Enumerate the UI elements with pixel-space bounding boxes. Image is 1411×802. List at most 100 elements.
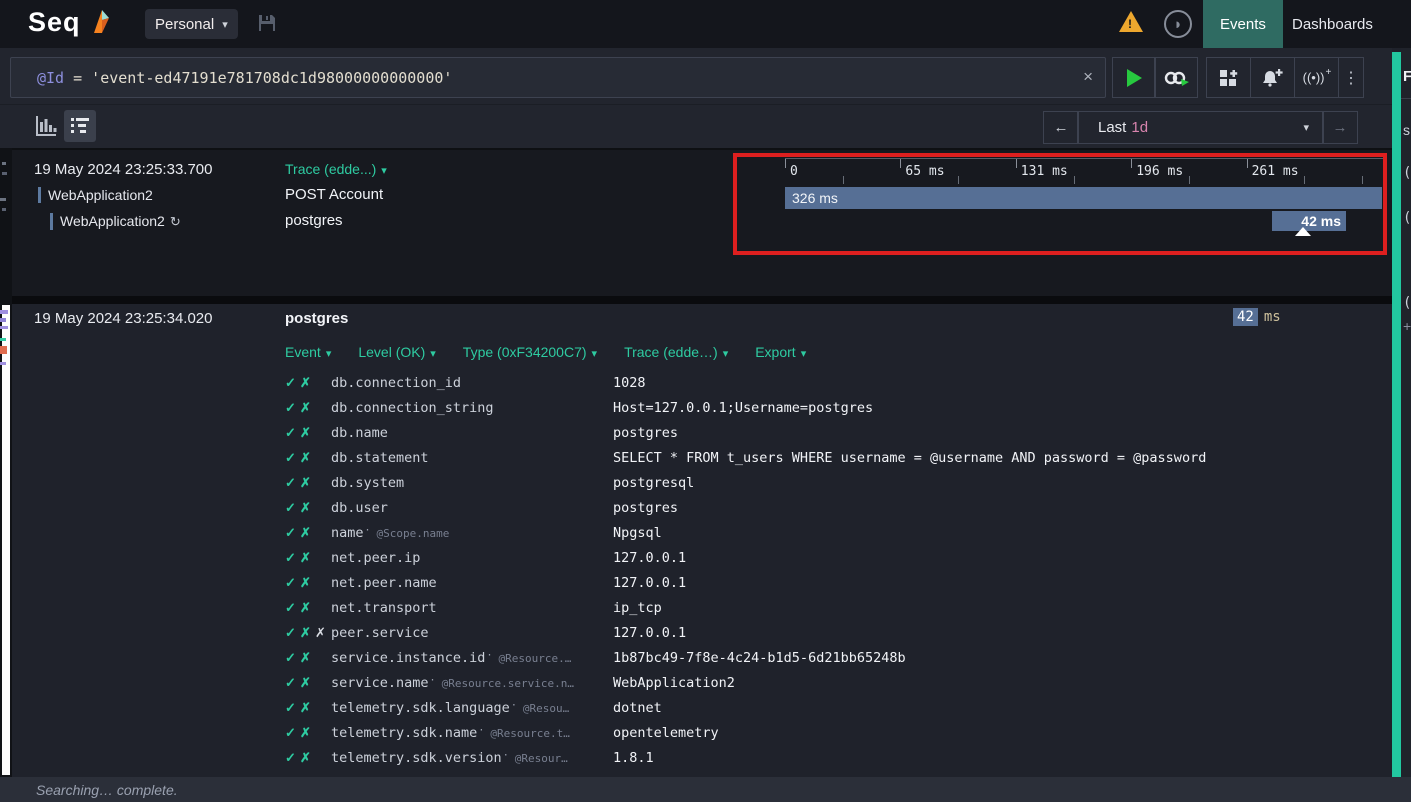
exclude-property-icon[interactable]: ✗ [300, 375, 315, 391]
trace-menu[interactable]: Trace (edde...)▾ [285, 161, 387, 177]
property-name[interactable]: db.user [331, 500, 388, 516]
seq-logo[interactable]: Seq [28, 7, 81, 38]
property-row: ✓ ✗ ✗ net.peer.ip 127.0.0.1 [285, 545, 1385, 570]
exclude-property-icon[interactable]: ✗ [300, 450, 315, 466]
tab-events[interactable]: Events [1203, 0, 1283, 48]
event-subtitle[interactable]: postgres [285, 212, 343, 229]
exclude-property-icon[interactable]: ✗ [300, 700, 315, 716]
workspace-dropdown[interactable]: Personal ▾ [145, 9, 238, 39]
include-property-icon[interactable]: ✓ [285, 550, 300, 566]
property-name[interactable]: peer.service [331, 625, 429, 641]
include-property-icon[interactable]: ✓ [285, 725, 300, 741]
tab-dashboards[interactable]: Dashboards [1275, 0, 1390, 48]
property-name[interactable]: db.connection_id [331, 375, 461, 391]
strike-property-icon[interactable]: ✗ [315, 625, 331, 641]
time-range-select[interactable]: Last 1d ▾ [1077, 111, 1324, 144]
tab-cutoff[interactable]: A [1398, 0, 1411, 48]
property-name[interactable]: net.peer.name [331, 575, 437, 591]
panel-resize-divider[interactable] [1392, 52, 1401, 777]
property-name[interactable]: net.peer.ip [331, 550, 420, 566]
include-property-icon[interactable]: ✓ [285, 450, 300, 466]
property-name[interactable]: service.instance.id [331, 650, 485, 666]
include-property-icon[interactable]: ✓ [285, 400, 300, 416]
theme-toggle-icon[interactable]: ◗ [1164, 10, 1192, 38]
property-name[interactable]: db.system [331, 475, 404, 491]
exclude-property-icon[interactable]: ✗ [300, 400, 315, 416]
property-name[interactable]: db.connection_string [331, 400, 494, 416]
timeline-bar-root[interactable]: 326 ms [785, 187, 1382, 209]
exclude-property-icon[interactable]: ✗ [300, 625, 315, 641]
include-property-icon[interactable]: ✓ [285, 525, 300, 541]
property-value: 127.0.0.1 [613, 625, 686, 641]
exclude-property-icon[interactable]: ✗ [300, 750, 315, 766]
exclude-property-icon[interactable]: ✗ [300, 675, 315, 691]
property-name[interactable]: telemetry.sdk.version [331, 750, 502, 766]
property-name[interactable]: db.statement [331, 450, 429, 466]
chevron-down-icon: ▾ [592, 348, 598, 360]
detail-menu[interactable]: Trace (edde…)▾ [624, 344, 728, 360]
range-prev-button[interactable]: ← [1043, 111, 1079, 144]
top-nav: Seq Personal ▾ ! ◗ Events D [0, 0, 1411, 48]
property-name[interactable]: telemetry.sdk.name [331, 725, 477, 741]
exclude-property-icon[interactable]: ✗ [300, 650, 315, 666]
include-property-icon[interactable]: ✓ [285, 600, 300, 616]
include-property-icon[interactable]: ✓ [285, 675, 300, 691]
exclude-property-icon[interactable]: ✗ [300, 500, 315, 516]
property-name[interactable]: name [331, 525, 364, 541]
property-name[interactable]: net.transport [331, 600, 437, 616]
stream-button[interactable] [1154, 57, 1198, 98]
left-scrollbar[interactable] [2, 305, 10, 775]
property-value: 1028 [613, 375, 646, 391]
more-options-icon[interactable]: ⋮ [1339, 58, 1363, 97]
detail-menu[interactable]: Type (0xF34200C7)▾ [463, 344, 597, 360]
trace-view-toggle[interactable] [64, 110, 96, 142]
panel-fragment: ( [1403, 165, 1411, 181]
property-value: postgres [613, 500, 678, 516]
exclude-property-icon[interactable]: ✗ [300, 525, 315, 541]
timeline-tick-label: 261 ms [1252, 164, 1299, 179]
warning-icon[interactable]: ! [1119, 11, 1143, 33]
detail-menu[interactable]: Event▾ [285, 344, 331, 360]
detail-menus: Event▾ Level (OK)▾ Type (0xF34200C7)▾ Trace… [285, 344, 806, 360]
include-property-icon[interactable]: ✓ [285, 425, 300, 441]
trace-span-row[interactable]: WebApplication2↻ [50, 213, 181, 230]
exclude-property-icon[interactable]: ✗ [300, 550, 315, 566]
include-property-icon[interactable]: ✓ [285, 700, 300, 716]
detail-menu[interactable]: Level (OK)▾ [358, 344, 435, 360]
section-divider [0, 296, 1392, 304]
property-name[interactable]: db.name [331, 425, 388, 441]
property-value: postgresql [613, 475, 694, 491]
property-annotation: @Resour… [515, 752, 568, 765]
event-list-section: 19 May 2024 23:25:33.700 Trace (edde...)… [0, 148, 1392, 298]
exclude-property-icon[interactable]: ✗ [300, 725, 315, 741]
detail-menu[interactable]: Export▾ [755, 344, 806, 360]
exclude-property-icon[interactable]: ✗ [300, 575, 315, 591]
include-property-icon[interactable]: ✓ [285, 500, 300, 516]
property-name[interactable]: service.name [331, 675, 429, 691]
event-title[interactable]: POST Account [285, 186, 383, 203]
exclude-property-icon[interactable]: ✗ [300, 425, 315, 441]
exclude-property-icon[interactable]: ✗ [300, 600, 315, 616]
include-property-icon[interactable]: ✓ [285, 625, 300, 641]
run-query-button[interactable] [1112, 57, 1156, 98]
histogram-view-icon[interactable] [34, 114, 58, 138]
include-property-icon[interactable]: ✓ [285, 575, 300, 591]
include-property-icon[interactable]: ✓ [285, 375, 300, 391]
save-icon[interactable] [258, 14, 276, 32]
add-signal-button[interactable]: ((•))+ [1295, 58, 1339, 97]
include-property-icon[interactable]: ✓ [285, 650, 300, 666]
trace-span-row[interactable]: WebApplication2 [38, 187, 153, 203]
add-dashboard-button[interactable] [1207, 58, 1251, 97]
range-next-button[interactable]: → [1322, 111, 1358, 144]
add-alert-button[interactable] [1251, 58, 1295, 97]
exclude-property-icon[interactable]: ✗ [300, 475, 315, 491]
property-name[interactable]: telemetry.sdk.language [331, 700, 510, 716]
query-input[interactable]: @Id = 'event-ed47191e781708dc1d980000000… [10, 57, 1106, 98]
event-timestamp: 19 May 2024 23:25:33.700 [34, 161, 212, 178]
clear-query-icon[interactable]: × [1083, 67, 1093, 87]
include-property-icon[interactable]: ✓ [285, 750, 300, 766]
timeline-tick [900, 159, 901, 168]
timeline-minor-tick [843, 176, 844, 184]
timeline-tick-label: 131 ms [1021, 164, 1068, 179]
include-property-icon[interactable]: ✓ [285, 475, 300, 491]
